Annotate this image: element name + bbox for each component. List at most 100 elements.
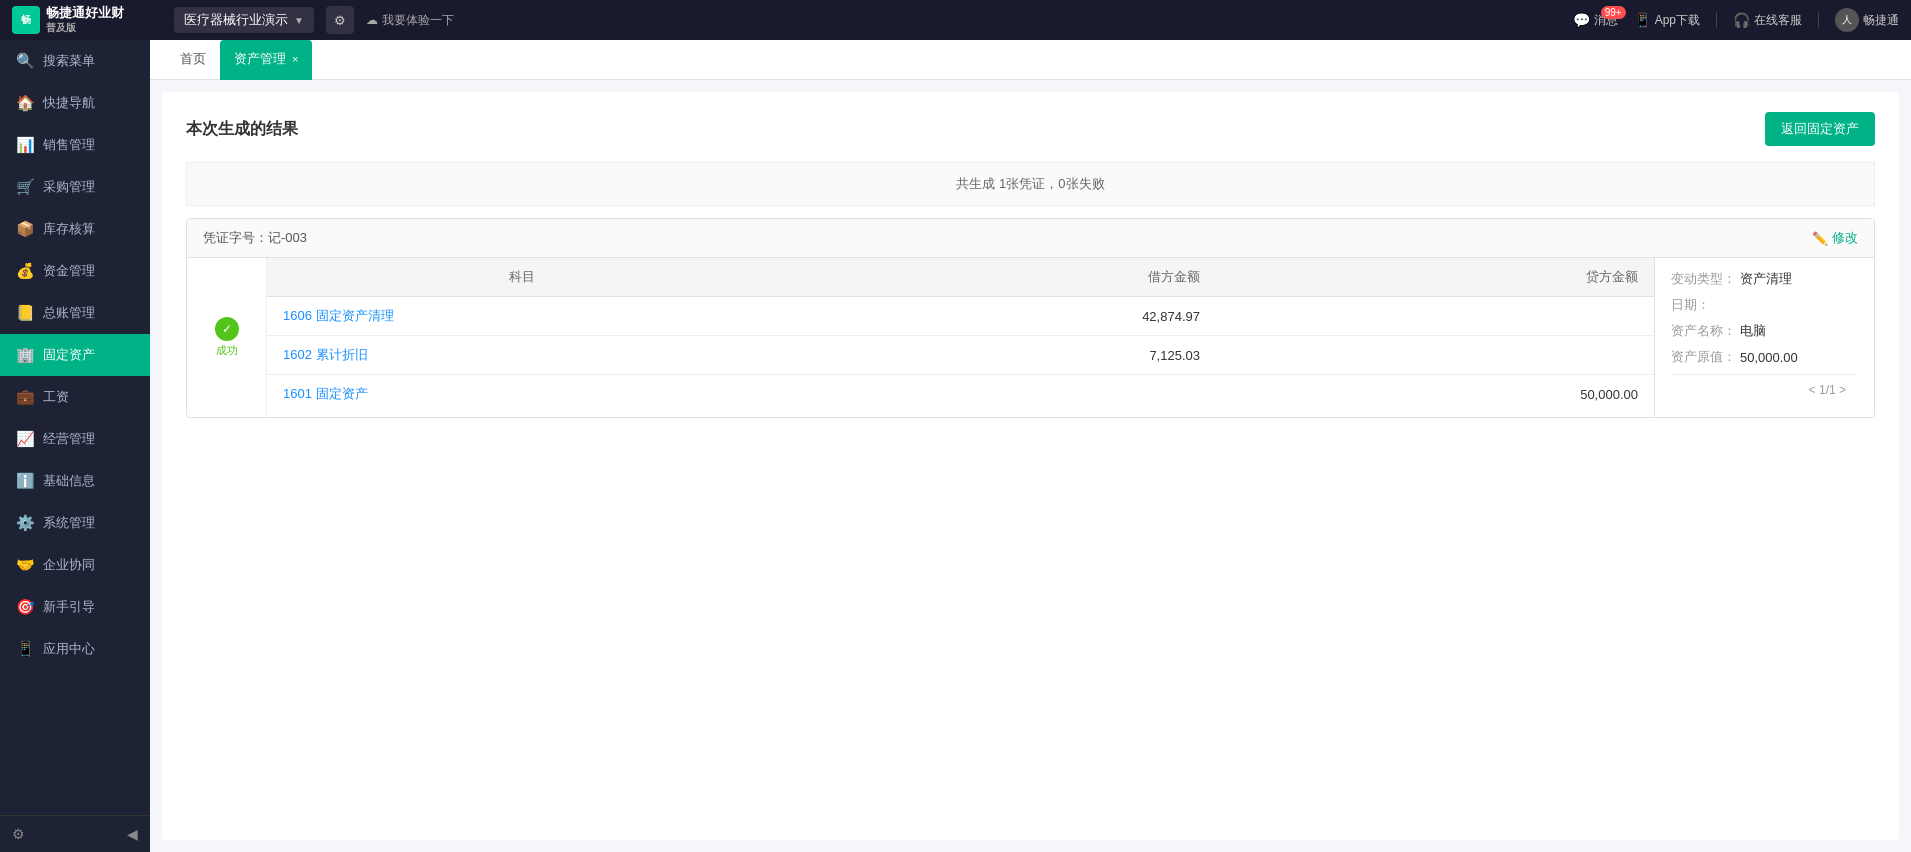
table-row: 1601 固定资产 50,000.00 xyxy=(267,375,1654,414)
sidebar-collapse-button[interactable]: ◀ xyxy=(127,826,138,842)
app-download-button[interactable]: 📱 App下载 xyxy=(1634,12,1700,29)
pagination-next[interactable]: > xyxy=(1839,383,1846,397)
pagination-prev[interactable]: < xyxy=(1809,383,1816,397)
payroll-icon: 💼 xyxy=(16,388,35,406)
search-icon: 🔍 xyxy=(16,52,35,70)
row1-subject: 1606 固定资产清理 xyxy=(267,297,778,336)
sidebar-item-basic-info[interactable]: ℹ️ 基础信息 xyxy=(0,460,150,502)
experience-button[interactable]: ☁ 我要体验一下 xyxy=(366,12,454,29)
sidebar-item-app-center[interactable]: 📱 应用中心 xyxy=(0,628,150,670)
sidebar-item-payroll[interactable]: 💼 工资 xyxy=(0,376,150,418)
voucher-edit-button[interactable]: ✏️ 修改 xyxy=(1812,229,1858,247)
change-type-value: 资产清理 xyxy=(1740,270,1792,288)
app-download-label: App下载 xyxy=(1655,12,1700,29)
page-header: 本次生成的结果 返回固定资产 xyxy=(186,112,1875,146)
sidebar-item-sales[interactable]: 📊 销售管理 xyxy=(0,124,150,166)
sidebar-item-label: 经营管理 xyxy=(43,430,95,448)
tab-home[interactable]: 首页 xyxy=(166,40,220,80)
summary-text: 共生成 1张凭证，0张失败 xyxy=(956,176,1104,191)
sidebar-item-ledger[interactable]: 📒 总账管理 xyxy=(0,292,150,334)
header-middle: 医疗器械行业演示 ▼ ⚙ ☁ 我要体验一下 xyxy=(162,6,1573,34)
sidebar-item-purchase[interactable]: 🛒 采购管理 xyxy=(0,166,150,208)
col-subject: 科目 xyxy=(267,258,778,297)
sidebar-item-search[interactable]: 🔍 搜索菜单 xyxy=(0,40,150,82)
settings-button[interactable]: ⚙ xyxy=(326,6,354,34)
sidebar-item-fixed-assets[interactable]: 🏢 固定资产 xyxy=(0,334,150,376)
tab-asset-mgmt-label: 资产管理 xyxy=(234,50,286,68)
voucher-table-wrapper: 科目 借方金额 贷方金额 1606 固定资产清理 42,874.97 xyxy=(267,258,1654,417)
sidebar-item-label: 资金管理 xyxy=(43,262,95,280)
info-change-type: 变动类型： 资产清理 xyxy=(1671,270,1858,288)
sales-icon: 📊 xyxy=(16,136,35,154)
sidebar-item-label: 总账管理 xyxy=(43,304,95,322)
main-layout: 🔍 搜索菜单 🏠 快捷导航 📊 销售管理 🛒 采购管理 📦 库存核算 💰 资金管… xyxy=(0,40,1911,852)
sidebar-item-label: 库存核算 xyxy=(43,220,95,238)
message-button[interactable]: 💬 消息 99+ xyxy=(1573,12,1618,29)
cloud-icon: ☁ xyxy=(366,13,378,27)
sidebar-item-collaboration[interactable]: 🤝 企业协同 xyxy=(0,544,150,586)
voucher-right-panel: 变动类型： 资产清理 日期： 资产名称： 电脑 资产原值： xyxy=(1654,258,1874,417)
company-selector[interactable]: 医疗器械行业演示 ▼ xyxy=(174,7,314,33)
row1-credit xyxy=(1216,297,1654,336)
pagination-info: 1/1 xyxy=(1819,383,1839,397)
row2-debit: 7,125.03 xyxy=(778,336,1216,375)
summary-row: 共生成 1张凭证，0张失败 xyxy=(186,162,1875,206)
table-row: 1602 累计折旧 7,125.03 xyxy=(267,336,1654,375)
company-name: 医疗器械行业演示 xyxy=(184,11,288,29)
tab-close-icon[interactable]: × xyxy=(292,53,298,65)
sidebar-item-label: 工资 xyxy=(43,388,69,406)
download-icon: 📱 xyxy=(1634,12,1651,28)
logo-name: 畅捷通好业财 xyxy=(46,5,124,21)
logo-area: 畅 畅捷通好业财 普及版 xyxy=(12,5,162,35)
info-date: 日期： xyxy=(1671,296,1858,314)
edit-icon: ✏️ xyxy=(1812,231,1828,246)
sidebar-item-label: 销售管理 xyxy=(43,136,95,154)
voucher-body: ✓ 成功 科目 借方金额 贷方金额 xyxy=(187,258,1874,417)
sidebar-item-guide[interactable]: 🎯 新手引导 xyxy=(0,586,150,628)
guide-icon: 🎯 xyxy=(16,598,35,616)
purchase-icon: 🛒 xyxy=(16,178,35,196)
success-area: ✓ 成功 xyxy=(187,258,267,417)
tab-bar: 首页 资产管理 × xyxy=(150,40,1911,80)
sidebar-item-label: 基础信息 xyxy=(43,472,95,490)
col-credit: 贷方金额 xyxy=(1216,258,1654,297)
sidebar: 🔍 搜索菜单 🏠 快捷导航 📊 销售管理 🛒 采购管理 📦 库存核算 💰 资金管… xyxy=(0,40,150,852)
sidebar-item-label: 应用中心 xyxy=(43,640,95,658)
asset-name-value: 电脑 xyxy=(1740,322,1766,340)
col-debit: 借方金额 xyxy=(778,258,1216,297)
header-divider-2 xyxy=(1818,12,1819,28)
system-icon: ⚙️ xyxy=(16,514,35,532)
return-button[interactable]: 返回固定资产 xyxy=(1765,112,1875,146)
row2-credit xyxy=(1216,336,1654,375)
sidebar-item-inventory[interactable]: 📦 库存核算 xyxy=(0,208,150,250)
top-header: 畅 畅捷通好业财 普及版 医疗器械行业演示 ▼ ⚙ ☁ 我要体验一下 💬 消息 … xyxy=(0,0,1911,40)
message-badge: 99+ xyxy=(1601,6,1626,19)
customer-service-label: 在线客服 xyxy=(1754,12,1802,29)
sidebar-settings-icon[interactable]: ⚙ xyxy=(12,826,25,842)
sidebar-item-fund[interactable]: 💰 资金管理 xyxy=(0,250,150,292)
sidebar-item-system[interactable]: ⚙️ 系统管理 xyxy=(0,502,150,544)
tab-asset-mgmt[interactable]: 资产管理 × xyxy=(220,40,312,80)
tab-home-label: 首页 xyxy=(180,50,206,68)
page-content: 本次生成的结果 返回固定资产 共生成 1张凭证，0张失败 凭证字号：记-003 … xyxy=(162,92,1899,840)
success-icon: ✓ xyxy=(215,317,239,341)
sidebar-item-label: 企业协同 xyxy=(43,556,95,574)
row2-subject: 1602 累计折旧 xyxy=(267,336,778,375)
inventory-icon: 📦 xyxy=(16,220,35,238)
info-original-value: 资产原值： 50,000.00 xyxy=(1671,348,1858,366)
content-area: 首页 资产管理 × 本次生成的结果 返回固定资产 共生成 1张凭证，0张失败 xyxy=(150,40,1911,852)
sidebar-item-label: 快捷导航 xyxy=(43,94,95,112)
row3-credit: 50,000.00 xyxy=(1216,375,1654,414)
sidebar-item-operations[interactable]: 📈 经营管理 xyxy=(0,418,150,460)
sidebar-item-quick-nav[interactable]: 🏠 快捷导航 xyxy=(0,82,150,124)
user-info[interactable]: 人 畅捷通 xyxy=(1835,8,1899,32)
row3-subject: 1601 固定资产 xyxy=(267,375,778,414)
customer-service-button[interactable]: 🎧 在线客服 xyxy=(1733,12,1802,29)
header-right: 💬 消息 99+ 📱 App下载 🎧 在线客服 人 畅捷通 xyxy=(1573,8,1899,32)
change-type-label: 变动类型： xyxy=(1671,270,1736,288)
fund-icon: 💰 xyxy=(16,262,35,280)
edit-label: 修改 xyxy=(1832,229,1858,247)
operations-icon: 📈 xyxy=(16,430,35,448)
app-center-icon: 📱 xyxy=(16,640,35,658)
voucher-table: 科目 借方金额 贷方金额 1606 固定资产清理 42,874.97 xyxy=(267,258,1654,413)
